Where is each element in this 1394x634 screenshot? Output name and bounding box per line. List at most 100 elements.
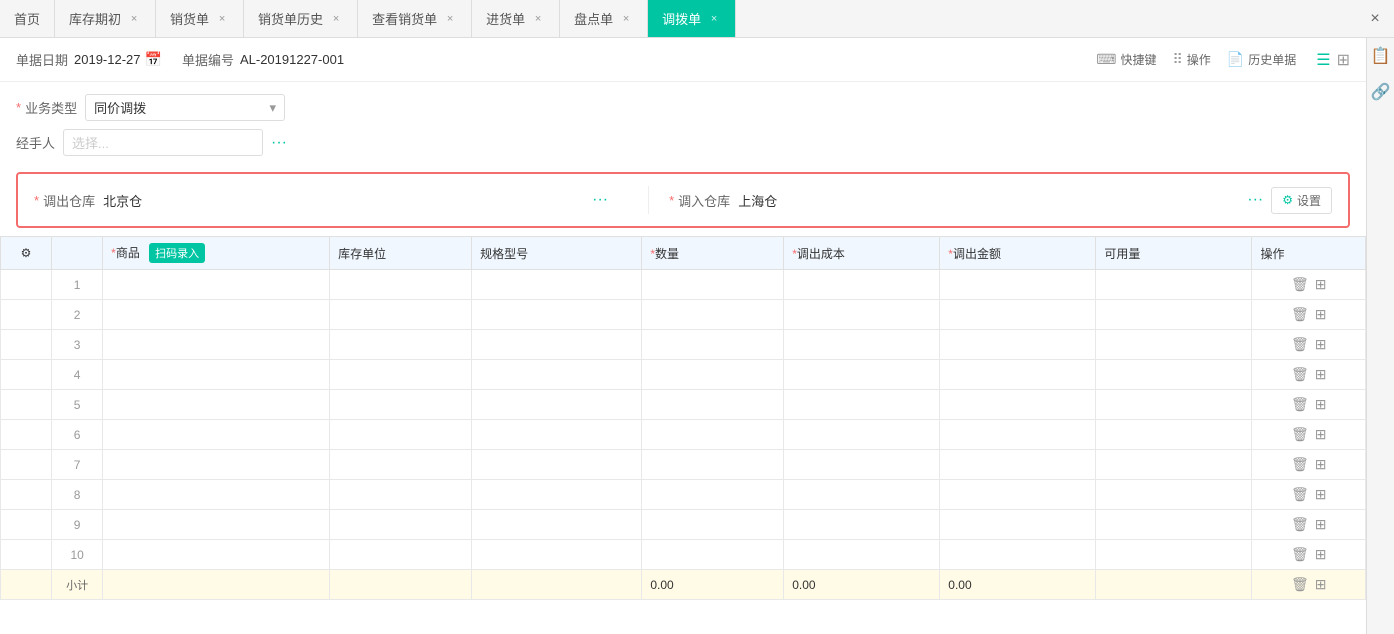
row-10-unit[interactable]: [330, 540, 472, 570]
list-view-icon[interactable]: ☰: [1316, 50, 1330, 70]
warehouse-in-more-icon[interactable]: ···: [1247, 191, 1263, 209]
settings-button[interactable]: ⚙ 设置: [1271, 187, 1332, 214]
copy-icon-row-10[interactable]: ⊞: [1315, 546, 1327, 563]
tab-view-sales-close[interactable]: ×: [443, 12, 457, 26]
handler-select[interactable]: 选择...: [63, 129, 263, 156]
row-5-unit[interactable]: [330, 390, 472, 420]
row-2-available[interactable]: [1096, 300, 1252, 330]
row-1-qty[interactable]: [642, 270, 784, 300]
row-7-product[interactable]: [103, 450, 330, 480]
row-1-amount[interactable]: [940, 270, 1096, 300]
row-7-cost[interactable]: [784, 450, 940, 480]
window-close-button[interactable]: ×: [1356, 0, 1394, 38]
copy-icon-row-2[interactable]: ⊞: [1315, 306, 1327, 323]
row-3-unit[interactable]: [330, 330, 472, 360]
tab-purchase-close[interactable]: ×: [531, 12, 545, 26]
col-gear-header[interactable]: ⚙: [1, 237, 52, 270]
copy-icon-row-9[interactable]: ⊞: [1315, 516, 1327, 533]
copy-icon-row-3[interactable]: ⊞: [1315, 336, 1327, 353]
row-5-spec[interactable]: [472, 390, 642, 420]
row-3-available[interactable]: [1096, 330, 1252, 360]
tab-purchase[interactable]: 进货单 ×: [472, 0, 560, 37]
row-5-product[interactable]: [103, 390, 330, 420]
history-button[interactable]: 📄 历史单据: [1227, 51, 1296, 68]
row-9-spec[interactable]: [472, 510, 642, 540]
row-6-cost[interactable]: [784, 420, 940, 450]
warehouse-out-more-icon[interactable]: ···: [592, 191, 608, 209]
row-8-qty[interactable]: [642, 480, 784, 510]
row-4-product[interactable]: [103, 360, 330, 390]
delete-icon-row-2[interactable]: 🗑: [1291, 306, 1309, 323]
row-9-amount[interactable]: [940, 510, 1096, 540]
row-7-available[interactable]: [1096, 450, 1252, 480]
row-4-cost[interactable]: [784, 360, 940, 390]
row-2-amount[interactable]: [940, 300, 1096, 330]
row-1-cost[interactable]: [784, 270, 940, 300]
row-7-qty[interactable]: [642, 450, 784, 480]
row-8-product[interactable]: [103, 480, 330, 510]
row-1-unit[interactable]: [330, 270, 472, 300]
tab-transfer-close[interactable]: ×: [707, 12, 721, 26]
tab-sales-history[interactable]: 销货单历史 ×: [244, 0, 358, 37]
row-6-available[interactable]: [1096, 420, 1252, 450]
tab-sales-history-close[interactable]: ×: [329, 12, 343, 26]
row-10-qty[interactable]: [642, 540, 784, 570]
row-6-amount[interactable]: [940, 420, 1096, 450]
row-3-spec[interactable]: [472, 330, 642, 360]
row-7-unit[interactable]: [330, 450, 472, 480]
row-5-qty[interactable]: [642, 390, 784, 420]
row-2-product[interactable]: [103, 300, 330, 330]
row-10-cost[interactable]: [784, 540, 940, 570]
row-1-product[interactable]: [103, 270, 330, 300]
row-8-spec[interactable]: [472, 480, 642, 510]
row-8-unit[interactable]: [330, 480, 472, 510]
delete-icon-row-3[interactable]: 🗑: [1291, 336, 1309, 353]
grid-view-icon[interactable]: ⊞: [1337, 50, 1350, 70]
delete-icon-row-9[interactable]: 🗑: [1291, 516, 1309, 533]
row-4-spec[interactable]: [472, 360, 642, 390]
row-6-unit[interactable]: [330, 420, 472, 450]
row-9-cost[interactable]: [784, 510, 940, 540]
row-1-spec[interactable]: [472, 270, 642, 300]
copy-icon-row-6[interactable]: ⊞: [1315, 426, 1327, 443]
row-2-spec[interactable]: [472, 300, 642, 330]
row-8-amount[interactable]: [940, 480, 1096, 510]
copy-icon-row-4[interactable]: ⊞: [1315, 366, 1327, 383]
row-8-available[interactable]: [1096, 480, 1252, 510]
copy-icon-subtotal[interactable]: ⊞: [1315, 576, 1327, 593]
row-2-cost[interactable]: [784, 300, 940, 330]
row-3-product[interactable]: [103, 330, 330, 360]
operations-button[interactable]: ⠿ 操作: [1173, 51, 1211, 68]
row-4-unit[interactable]: [330, 360, 472, 390]
scan-btn[interactable]: 扫码录入: [149, 243, 205, 263]
tab-transfer[interactable]: 调拨单 ×: [648, 0, 736, 37]
delete-icon-subtotal[interactable]: 🗑: [1291, 576, 1309, 593]
row-9-available[interactable]: [1096, 510, 1252, 540]
row-7-amount[interactable]: [940, 450, 1096, 480]
tab-stocktake[interactable]: 盘点单 ×: [560, 0, 648, 37]
delete-icon-row-6[interactable]: 🗑: [1291, 426, 1309, 443]
row-2-qty[interactable]: [642, 300, 784, 330]
row-9-product[interactable]: [103, 510, 330, 540]
sidebar-link-icon[interactable]: 🔗: [1371, 82, 1391, 102]
copy-icon-row-8[interactable]: ⊞: [1315, 486, 1327, 503]
row-10-product[interactable]: [103, 540, 330, 570]
delete-icon-row-8[interactable]: 🗑: [1291, 486, 1309, 503]
row-6-qty[interactable]: [642, 420, 784, 450]
row-10-spec[interactable]: [472, 540, 642, 570]
tab-sales-order[interactable]: 销货单 ×: [156, 0, 244, 37]
row-1-available[interactable]: [1096, 270, 1252, 300]
row-9-qty[interactable]: [642, 510, 784, 540]
row-7-spec[interactable]: [472, 450, 642, 480]
row-5-cost[interactable]: [784, 390, 940, 420]
delete-icon-row-4[interactable]: 🗑: [1291, 366, 1309, 383]
row-5-available[interactable]: [1096, 390, 1252, 420]
delete-icon-row-7[interactable]: 🗑: [1291, 456, 1309, 473]
row-9-unit[interactable]: [330, 510, 472, 540]
tab-inventory-init[interactable]: 库存期初 ×: [55, 0, 156, 37]
calendar-icon[interactable]: 📅: [145, 51, 162, 68]
delete-icon-row-10[interactable]: 🗑: [1291, 546, 1309, 563]
row-3-amount[interactable]: [940, 330, 1096, 360]
delete-icon-row-1[interactable]: 🗑: [1291, 276, 1309, 293]
tab-inventory-init-close[interactable]: ×: [127, 12, 141, 26]
